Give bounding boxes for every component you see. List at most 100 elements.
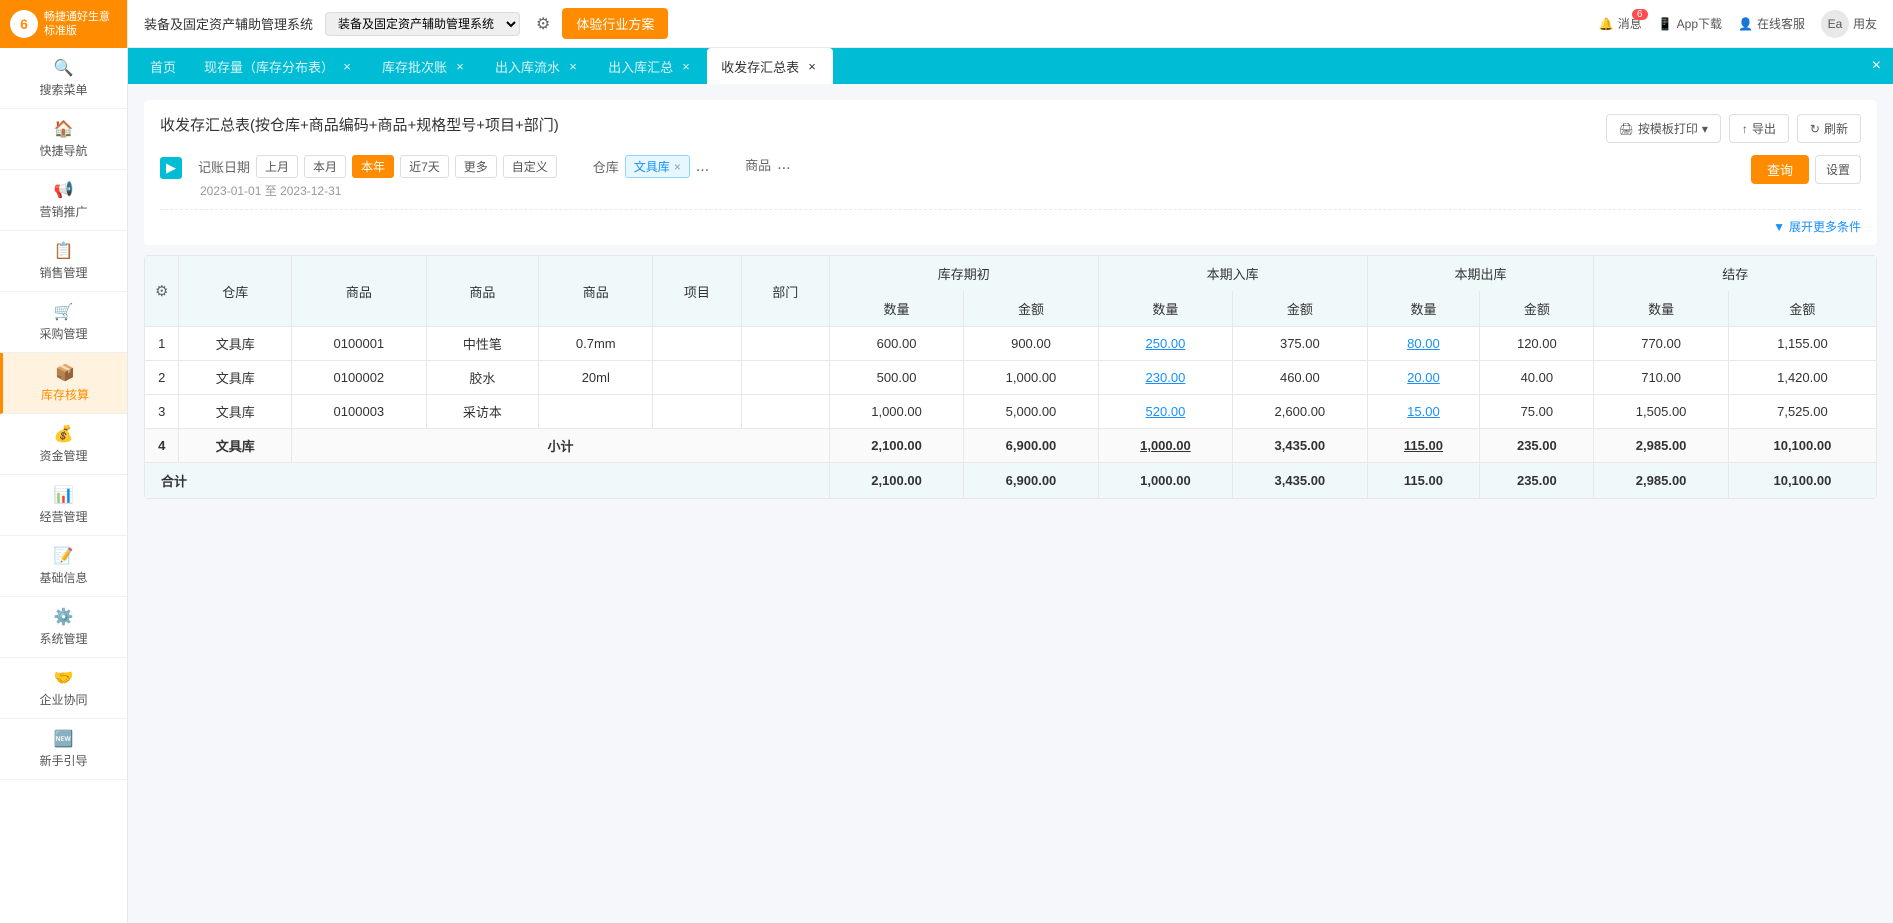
total-in-amt: 3,435.00 [1233, 463, 1367, 499]
sidebar-item-operations[interactable]: 📊 经营管理 [0, 475, 127, 536]
support-icon: 👤 [1738, 17, 1753, 31]
tab-inventory-dist[interactable]: 现存量（库存分布表） × [190, 48, 368, 84]
system-select[interactable]: 装备及固定资产辅助管理系统 [325, 12, 520, 36]
date-btn-this-year[interactable]: 本年 [352, 155, 394, 178]
date-btn-last-month[interactable]: 上月 [256, 155, 298, 178]
subtotal-out-amt: 235.00 [1480, 429, 1594, 463]
tab-recv-send-summary-close[interactable]: × [805, 59, 819, 73]
tab-inventory-dist-close[interactable]: × [340, 59, 354, 73]
user-item[interactable]: Ea 用友 [1821, 10, 1877, 38]
message-badge: 6 [1632, 9, 1648, 20]
tab-home-label: 首页 [150, 57, 176, 76]
tab-in-out-summary-close[interactable]: × [679, 59, 693, 73]
tab-in-out-flow-close[interactable]: × [566, 59, 580, 73]
total-in-qty: 1,000.00 [1098, 463, 1232, 499]
cell-bal-amt: 7,525.00 [1728, 395, 1876, 429]
goods-filter: 商品 ... [745, 155, 790, 174]
subtotal-init-qty: 2,100.00 [829, 429, 963, 463]
app-download-item[interactable]: 📱 App下载 [1658, 15, 1722, 32]
subtotal-bal-qty: 2,985.00 [1594, 429, 1728, 463]
cell-out-qty[interactable]: 15.00 [1367, 395, 1480, 429]
expand-icon: ▼ [1773, 220, 1785, 234]
basic-info-icon: 📝 [54, 546, 74, 566]
sidebar-item-sales[interactable]: 📋 销售管理 [0, 231, 127, 292]
system-icon: ⚙️ [54, 607, 74, 627]
sidebar-item-basic-info[interactable]: 📝 基础信息 [0, 536, 127, 597]
subtotal-out-qty[interactable]: 115.00 [1367, 429, 1480, 463]
subtotal-in-qty[interactable]: 1,000.00 [1098, 429, 1232, 463]
sidebar-item-system[interactable]: ⚙️ 系统管理 [0, 597, 127, 658]
tab-recv-send-summary[interactable]: 收发存汇总表 × [707, 48, 833, 84]
date-btn-7days[interactable]: 近7天 [400, 155, 449, 178]
gear-icon[interactable]: ⚙ [536, 14, 550, 34]
filter-collapse-btn[interactable]: ▶ [160, 157, 182, 179]
tabbar-close-all[interactable]: × [1868, 57, 1885, 75]
cell-project [653, 327, 741, 361]
total-init-qty: 2,100.00 [829, 463, 963, 499]
mobile-icon: 📱 [1658, 17, 1673, 31]
tab-home[interactable]: 首页 [136, 48, 190, 84]
online-support-item[interactable]: 👤 在线客服 [1738, 15, 1805, 32]
sidebar-item-newcomer[interactable]: 🆕 新手引导 [0, 719, 127, 780]
export-button[interactable]: ↑ 导出 [1729, 114, 1789, 143]
filter-panel: 收发存汇总表(按仓库+商品编码+商品+规格型号+项目+部门) 🖨 按模板打印 ▾… [144, 100, 1877, 245]
refresh-icon: ↻ [1810, 122, 1820, 136]
date-filter-label: 记账日期 [198, 157, 250, 176]
tab-in-out-flow[interactable]: 出入库流水 × [481, 48, 594, 84]
expand-conditions-btn[interactable]: ▼ 展开更多条件 [1773, 218, 1861, 235]
settings-button[interactable]: 设置 [1815, 155, 1861, 184]
cell-in-qty[interactable]: 230.00 [1098, 361, 1232, 395]
cell-dept [741, 395, 829, 429]
sidebar-item-inventory[interactable]: 📦 库存核算 [0, 353, 127, 414]
date-btn-this-month[interactable]: 本月 [304, 155, 346, 178]
total-out-qty: 115.00 [1367, 463, 1480, 499]
date-btn-custom[interactable]: 自定义 [503, 155, 557, 178]
sidebar-item-marketing[interactable]: 📢 营销推广 [0, 170, 127, 231]
th-balance: 结存 [1594, 256, 1877, 292]
table-settings-icon[interactable]: ⚙ [155, 283, 168, 300]
th-in-amt: 金额 [1233, 291, 1367, 327]
warehouse-tag[interactable]: 文具库 × [625, 155, 690, 178]
tab-batch-account-close[interactable]: × [453, 59, 467, 73]
th-name: 商品 [426, 256, 539, 327]
enterprise-icon: 🤝 [54, 668, 74, 688]
trial-button[interactable]: 体验行业方案 [562, 8, 668, 39]
cell-out-amt: 40.00 [1480, 361, 1594, 395]
system-name: 装备及固定资产辅助管理系统 [144, 14, 313, 33]
sidebar-label-basic-info: 基础信息 [39, 569, 87, 586]
message-item[interactable]: 🔔 消息 6 [1599, 15, 1642, 32]
total-label: 合计 [145, 463, 830, 499]
query-button[interactable]: 查询 [1751, 155, 1809, 184]
warehouse-label: 仓库 [593, 157, 619, 176]
warehouse-tag-remove[interactable]: × [674, 160, 681, 174]
page-title: 收发存汇总表(按仓库+商品编码+商品+规格型号+项目+部门) [160, 114, 559, 135]
warehouse-more-btn[interactable]: ... [696, 158, 709, 176]
sidebar-label-enterprise: 企业协同 [39, 691, 87, 708]
cell-out-qty[interactable]: 80.00 [1367, 327, 1480, 361]
refresh-button[interactable]: ↻ 刷新 [1797, 114, 1861, 143]
cell-in-qty[interactable]: 250.00 [1098, 327, 1232, 361]
th-in: 本期入库 [1098, 256, 1367, 292]
sidebar-item-search[interactable]: 🔍 搜索菜单 [0, 48, 127, 109]
th-code: 商品 [292, 256, 426, 327]
sidebar-item-enterprise[interactable]: 🤝 企业协同 [0, 658, 127, 719]
cell-in-qty[interactable]: 520.00 [1098, 395, 1232, 429]
subtotal-label: 小计 [292, 429, 830, 463]
goods-more-btn[interactable]: ... [777, 156, 790, 174]
print-button[interactable]: 🖨 按模板打印 ▾ [1606, 114, 1721, 143]
th-bal-amt: 金额 [1728, 291, 1876, 327]
cell-out-qty[interactable]: 20.00 [1367, 361, 1480, 395]
tab-in-out-summary[interactable]: 出入库汇总 × [594, 48, 707, 84]
cell-init-amt: 900.00 [964, 327, 1098, 361]
tab-batch-account[interactable]: 库存批次账 × [368, 48, 481, 84]
cell-init-qty: 1,000.00 [829, 395, 963, 429]
sidebar-item-purchase[interactable]: 🛒 采购管理 [0, 292, 127, 353]
cell-warehouse: 文具库 [179, 327, 292, 361]
sidebar-label-quick-nav: 快捷导航 [39, 142, 87, 159]
sidebar-item-finance[interactable]: 💰 资金管理 [0, 414, 127, 475]
cell-spec [539, 395, 653, 429]
th-init-stock: 库存期初 [829, 256, 1098, 292]
date-btn-more[interactable]: 更多 [455, 155, 497, 178]
cell-code: 0100001 [292, 327, 426, 361]
sidebar-item-quick-nav[interactable]: 🏠 快捷导航 [0, 109, 127, 170]
